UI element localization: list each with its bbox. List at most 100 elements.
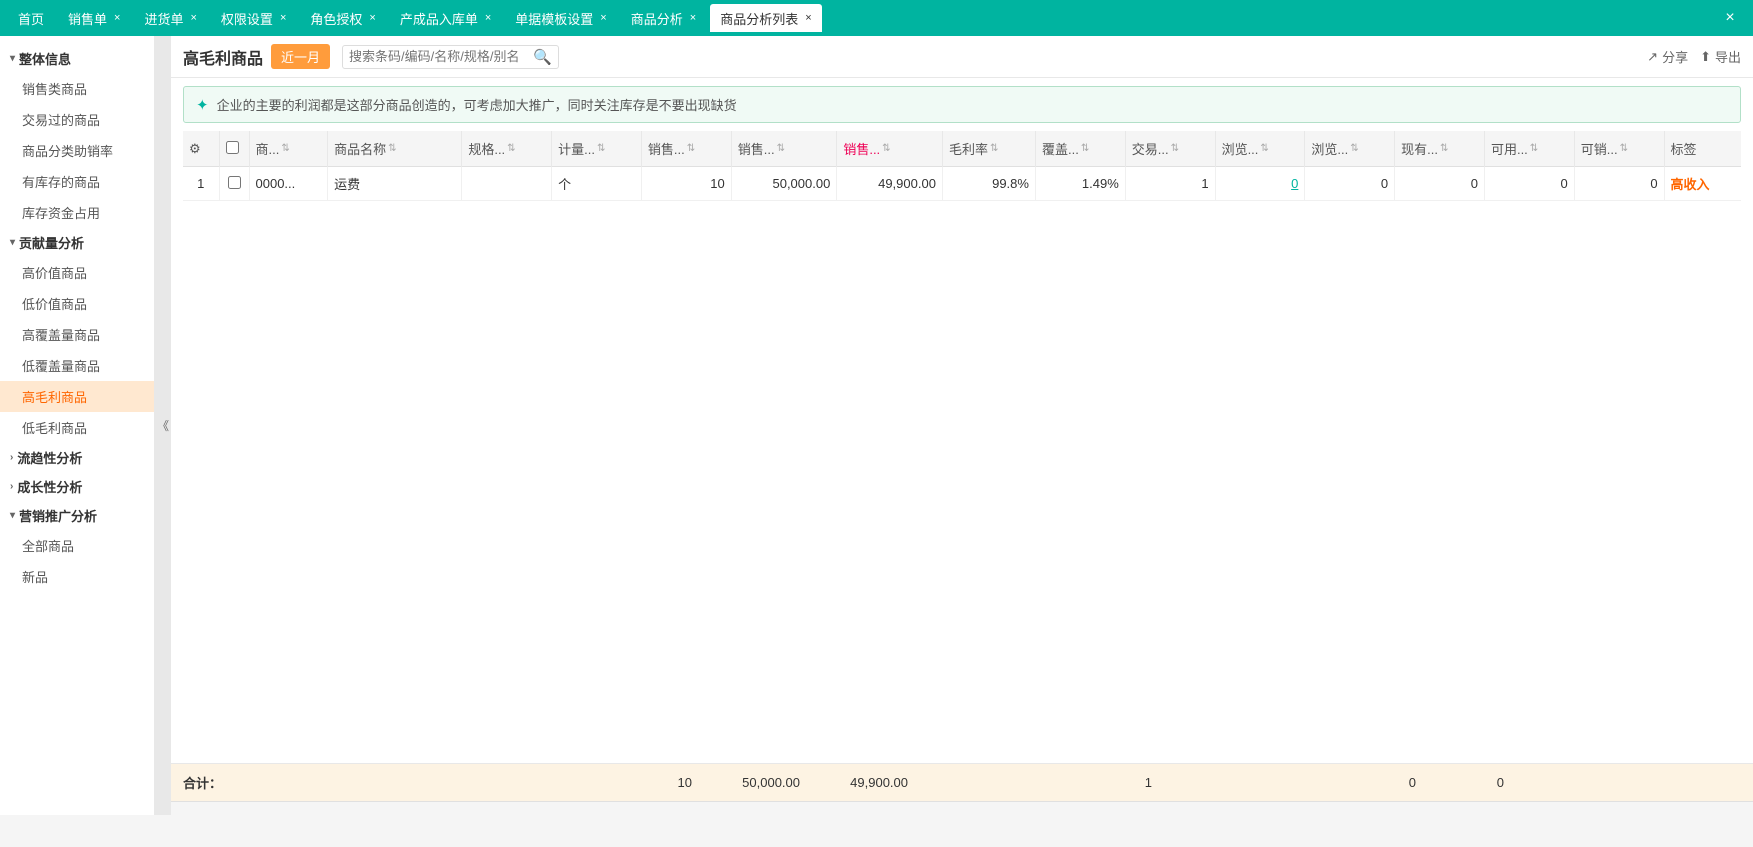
tab-home[interactable]: 首页 bbox=[8, 4, 54, 32]
tab-close-icon[interactable]: × bbox=[690, 12, 696, 24]
sort-icon: ⇅ bbox=[882, 143, 890, 154]
tab-role-auth[interactable]: 角色授权 × bbox=[300, 4, 385, 32]
tab-close-icon[interactable]: × bbox=[485, 12, 491, 24]
sidebar-item-stock-capital[interactable]: 库存资金占用 bbox=[0, 197, 154, 228]
tab-product-analysis[interactable]: 商品分析 × bbox=[621, 4, 706, 32]
th-name[interactable]: 商品名称 ⇅ bbox=[328, 131, 462, 167]
sort-icon: ⇅ bbox=[777, 143, 785, 154]
tab-product-in[interactable]: 产成品入库单 × bbox=[390, 4, 501, 32]
footer-label: 合计： bbox=[183, 773, 222, 792]
share-icon: ↗ bbox=[1647, 49, 1658, 65]
tab-close-icon[interactable]: × bbox=[190, 12, 196, 24]
search-icon[interactable]: 🔍 bbox=[533, 48, 552, 66]
sort-icon: ⇅ bbox=[1440, 143, 1448, 154]
sort-icon: ⇅ bbox=[687, 143, 695, 154]
sidebar-item-sales-goods[interactable]: 销售类商品 bbox=[0, 73, 154, 104]
cell-sales-qty: 10 bbox=[641, 167, 731, 201]
sidebar-group-growth[interactable]: › 成长性分析 bbox=[0, 472, 154, 501]
tab-sales-order[interactable]: 销售单 × bbox=[58, 4, 130, 32]
arrow-icon: › bbox=[10, 452, 13, 463]
th-available-stock[interactable]: 可用... ⇅ bbox=[1484, 131, 1574, 167]
tab-close-icon[interactable]: × bbox=[805, 12, 811, 24]
th-views2[interactable]: 浏览... ⇅ bbox=[1305, 131, 1395, 167]
th-settings[interactable]: ⚙ bbox=[183, 131, 219, 167]
header-actions: ↗ 分享 ⬆ 导出 bbox=[1647, 47, 1741, 66]
tab-close-icon[interactable]: × bbox=[369, 12, 375, 24]
th-sales-cost[interactable]: 销售... ⇅ bbox=[837, 131, 943, 167]
sort-icon: ⇅ bbox=[990, 143, 998, 154]
filter-time-button[interactable]: 近一月 bbox=[271, 44, 330, 69]
cell-sellable: 0 bbox=[1574, 167, 1664, 201]
sidebar-item-high-coverage[interactable]: 高覆盖量商品 bbox=[0, 319, 154, 350]
sidebar-item-low-coverage[interactable]: 低覆盖量商品 bbox=[0, 350, 154, 381]
table-row: 1 0000... 运费 个 10 50,000.00 49,900.00 99… bbox=[183, 167, 1741, 201]
row-checkbox[interactable] bbox=[228, 176, 241, 189]
cell-code: 0000... bbox=[249, 167, 328, 201]
sidebar-group-contribution[interactable]: ▾ 贡献量分析 bbox=[0, 228, 154, 257]
table-footer: 合计： 10 50,000.00 49,900.00 1 0 0 bbox=[171, 763, 1753, 801]
cell-tag: 高收入 bbox=[1664, 167, 1741, 201]
search-box: 🔍 bbox=[342, 45, 559, 69]
cell-views1[interactable]: 0 bbox=[1215, 167, 1305, 201]
sidebar-item-in-stock[interactable]: 有库存的商品 bbox=[0, 166, 154, 197]
sidebar-item-traded-goods[interactable]: 交易过的商品 bbox=[0, 104, 154, 135]
sidebar-item-category-rate[interactable]: 商品分类助销率 bbox=[0, 135, 154, 166]
share-button[interactable]: ↗ 分享 bbox=[1647, 47, 1688, 66]
close-all-button[interactable]: × bbox=[1715, 3, 1745, 33]
tab-template-settings[interactable]: 单据模板设置 × bbox=[505, 4, 616, 32]
sidebar-item-low-margin[interactable]: 低毛利商品 bbox=[0, 412, 154, 443]
export-button[interactable]: ⬆ 导出 bbox=[1700, 47, 1741, 66]
top-navigation: 首页 销售单 × 进货单 × 权限设置 × 角色授权 × 产成品入库单 × 单据… bbox=[0, 0, 1753, 36]
th-transactions[interactable]: 交易... ⇅ bbox=[1125, 131, 1215, 167]
sort-icon: ⇅ bbox=[1081, 143, 1089, 154]
sidebar-item-high-value[interactable]: 高价值商品 bbox=[0, 257, 154, 288]
tab-close-icon[interactable]: × bbox=[114, 12, 120, 24]
sidebar-item-high-margin[interactable]: 高毛利商品 bbox=[0, 381, 154, 412]
th-current-stock[interactable]: 现有... ⇅ bbox=[1395, 131, 1485, 167]
th-sales-amt[interactable]: 销售... ⇅ bbox=[731, 131, 837, 167]
cell-coverage: 1.49% bbox=[1035, 167, 1125, 201]
select-all-checkbox[interactable] bbox=[226, 141, 239, 154]
cell-checkbox bbox=[219, 167, 249, 201]
sidebar-item-all-goods[interactable]: 全部商品 bbox=[0, 530, 154, 561]
content-header: 高毛利商品 近一月 🔍 ↗ 分享 ⬆ 导出 bbox=[171, 36, 1753, 78]
cell-sales-amt: 50,000.00 bbox=[731, 167, 837, 201]
cell-index: 1 bbox=[183, 167, 219, 201]
page-title: 高毛利商品 bbox=[183, 45, 263, 69]
sort-icon: ⇅ bbox=[1350, 143, 1358, 154]
th-checkbox bbox=[219, 131, 249, 167]
footer-transactions: 1 bbox=[1072, 775, 1152, 790]
th-code[interactable]: 商... ⇅ bbox=[249, 131, 328, 167]
cell-current-stock: 0 bbox=[1395, 167, 1485, 201]
cell-unit: 个 bbox=[552, 167, 642, 201]
sidebar-group-marketing[interactable]: ▾ 营销推广分析 bbox=[0, 501, 154, 530]
bottom-scrollbar[interactable] bbox=[171, 801, 1753, 815]
th-unit[interactable]: 计量... ⇅ bbox=[552, 131, 642, 167]
footer-current-stock: 0 bbox=[1336, 775, 1416, 790]
tab-product-analysis-list[interactable]: 商品分析列表 × bbox=[710, 4, 821, 32]
cell-views2: 0 bbox=[1305, 167, 1395, 201]
tab-purchase-order[interactable]: 进货单 × bbox=[134, 4, 206, 32]
tab-close-icon[interactable]: × bbox=[600, 12, 606, 24]
content-area: 高毛利商品 近一月 🔍 ↗ 分享 ⬆ 导出 ✦ 企业的主要的利润都是这部分商品创… bbox=[171, 36, 1753, 815]
alert-icon: ✦ bbox=[196, 96, 209, 114]
cell-name: 运费 bbox=[328, 167, 462, 201]
sidebar-group-trend[interactable]: › 流趋性分析 bbox=[0, 443, 154, 472]
alert-text: 企业的主要的利润都是这部分商品创造的，可考虑加大推广，同时关注库存是不要出现缺货 bbox=[217, 95, 737, 114]
cell-spec bbox=[462, 167, 552, 201]
tab-permission-settings[interactable]: 权限设置 × bbox=[211, 4, 296, 32]
th-sales-qty[interactable]: 销售... ⇅ bbox=[641, 131, 731, 167]
sidebar-item-low-value[interactable]: 低价值商品 bbox=[0, 288, 154, 319]
footer-available-stock: 0 bbox=[1424, 775, 1504, 790]
th-sellable[interactable]: 可销... ⇅ bbox=[1574, 131, 1664, 167]
sidebar-group-overall[interactable]: ▾ 整体信息 bbox=[0, 44, 154, 73]
th-spec[interactable]: 规格... ⇅ bbox=[462, 131, 552, 167]
sidebar-collapse-button[interactable]: 《 bbox=[155, 36, 171, 815]
th-views1[interactable]: 浏览... ⇅ bbox=[1215, 131, 1305, 167]
sidebar-item-new-goods[interactable]: 新品 bbox=[0, 561, 154, 592]
cell-transactions: 1 bbox=[1125, 167, 1215, 201]
th-coverage[interactable]: 覆盖... ⇅ bbox=[1035, 131, 1125, 167]
th-gross-margin[interactable]: 毛利率 ⇅ bbox=[942, 131, 1035, 167]
search-input[interactable] bbox=[349, 49, 529, 64]
tab-close-icon[interactable]: × bbox=[280, 12, 286, 24]
